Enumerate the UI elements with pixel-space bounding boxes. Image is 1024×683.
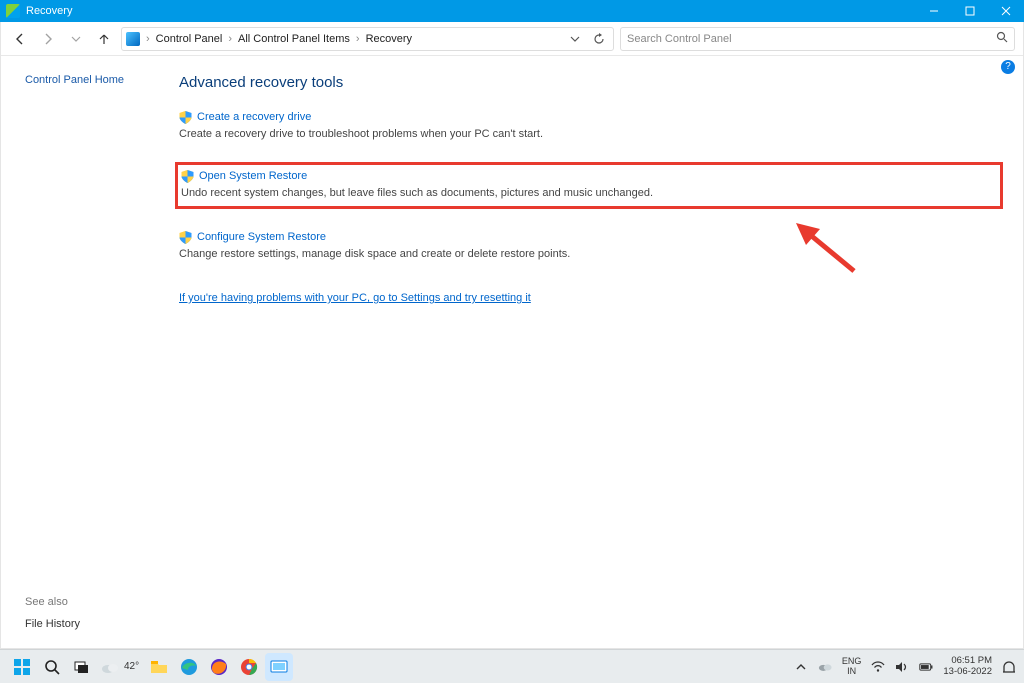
notifications-icon[interactable] [1002, 660, 1016, 674]
weather-temp: 42° [124, 661, 139, 672]
control-panel-icon [126, 32, 140, 46]
tray-chevron-up-icon[interactable] [794, 660, 808, 674]
main-panel: Advanced recovery tools Create a recover… [179, 56, 1023, 648]
volume-icon[interactable] [895, 660, 909, 674]
address-bar[interactable]: › Control Panel › All Control Panel Item… [121, 27, 614, 51]
taskbar: 42° ENG IN 06:51 PM [0, 649, 1024, 683]
breadcrumb-recovery[interactable]: Recovery [364, 33, 414, 45]
create-recovery-drive-desc: Create a recovery drive to troubleshoot … [179, 126, 1003, 143]
system-tray: ENG IN 06:51 PM 13-06-2022 [794, 656, 1016, 677]
taskbar-search-button[interactable] [38, 653, 66, 681]
window-title: Recovery [26, 5, 72, 17]
file-history-link[interactable]: File History [25, 618, 179, 630]
open-system-restore-desc: Undo recent system changes, but leave fi… [181, 185, 994, 202]
side-panel: Control Panel Home See also File History [1, 56, 179, 648]
refresh-button[interactable] [589, 29, 609, 49]
configure-system-restore-desc: Change restore settings, manage disk spa… [179, 246, 1003, 263]
shield-icon [179, 231, 192, 244]
tool-create-recovery-drive: Create a recovery drive Create a recover… [179, 109, 1003, 142]
search-icon [996, 31, 1008, 46]
content-area: ? Control Panel Home See also File Histo… [1, 56, 1023, 648]
search-placeholder: Search Control Panel [627, 33, 996, 45]
maximize-button[interactable] [952, 0, 988, 22]
shield-icon [179, 111, 192, 124]
window-body: › Control Panel › All Control Panel Item… [0, 22, 1024, 649]
clock[interactable]: 06:51 PM 13-06-2022 [943, 656, 992, 677]
back-button[interactable] [9, 28, 31, 50]
chevron-right-icon: › [144, 33, 152, 45]
chevron-right-icon: › [354, 33, 362, 45]
configure-system-restore-link[interactable]: Configure System Restore [197, 229, 326, 246]
recent-locations-button[interactable] [65, 28, 87, 50]
up-button[interactable] [93, 28, 115, 50]
clock-time: 06:51 PM [943, 656, 992, 666]
app-icon [6, 4, 20, 18]
minimize-button[interactable] [916, 0, 952, 22]
battery-icon[interactable] [919, 660, 933, 674]
clock-date: 13-06-2022 [943, 667, 992, 677]
task-view-button[interactable] [68, 653, 96, 681]
edge-button[interactable] [175, 653, 203, 681]
annotation-highlight: Open System Restore Undo recent system c… [175, 162, 1003, 209]
tool-configure-system-restore: Configure System Restore Change restore … [179, 229, 1003, 262]
see-also-heading: See also [25, 596, 179, 608]
wifi-icon[interactable] [871, 660, 885, 674]
firefox-button[interactable] [205, 653, 233, 681]
language-indicator[interactable]: ENG IN [842, 657, 862, 677]
control-panel-taskbar-button[interactable] [265, 653, 293, 681]
breadcrumb-all-items[interactable]: All Control Panel Items [236, 33, 352, 45]
chrome-button[interactable] [235, 653, 263, 681]
create-recovery-drive-link[interactable]: Create a recovery drive [197, 109, 311, 126]
chevron-right-icon: › [226, 33, 234, 45]
onedrive-icon[interactable] [818, 660, 832, 674]
close-button[interactable] [988, 0, 1024, 22]
title-bar: Recovery [0, 0, 1024, 22]
open-system-restore-link[interactable]: Open System Restore [199, 168, 307, 185]
shield-icon [181, 170, 194, 183]
address-dropdown-button[interactable] [565, 29, 585, 49]
file-explorer-button[interactable] [145, 653, 173, 681]
breadcrumb-control-panel[interactable]: Control Panel [154, 33, 225, 45]
start-button[interactable] [8, 653, 36, 681]
forward-button[interactable] [37, 28, 59, 50]
search-box[interactable]: Search Control Panel [620, 27, 1015, 51]
reset-pc-link[interactable]: If you're having problems with your PC, … [179, 292, 531, 304]
tool-open-system-restore: Open System Restore Undo recent system c… [181, 168, 994, 201]
page-heading: Advanced recovery tools [179, 74, 1003, 91]
navigation-row: › Control Panel › All Control Panel Item… [1, 22, 1023, 56]
control-panel-home-link[interactable]: Control Panel Home [25, 74, 179, 86]
language-bottom: IN [842, 667, 862, 677]
weather-widget[interactable]: 42° [100, 660, 139, 674]
